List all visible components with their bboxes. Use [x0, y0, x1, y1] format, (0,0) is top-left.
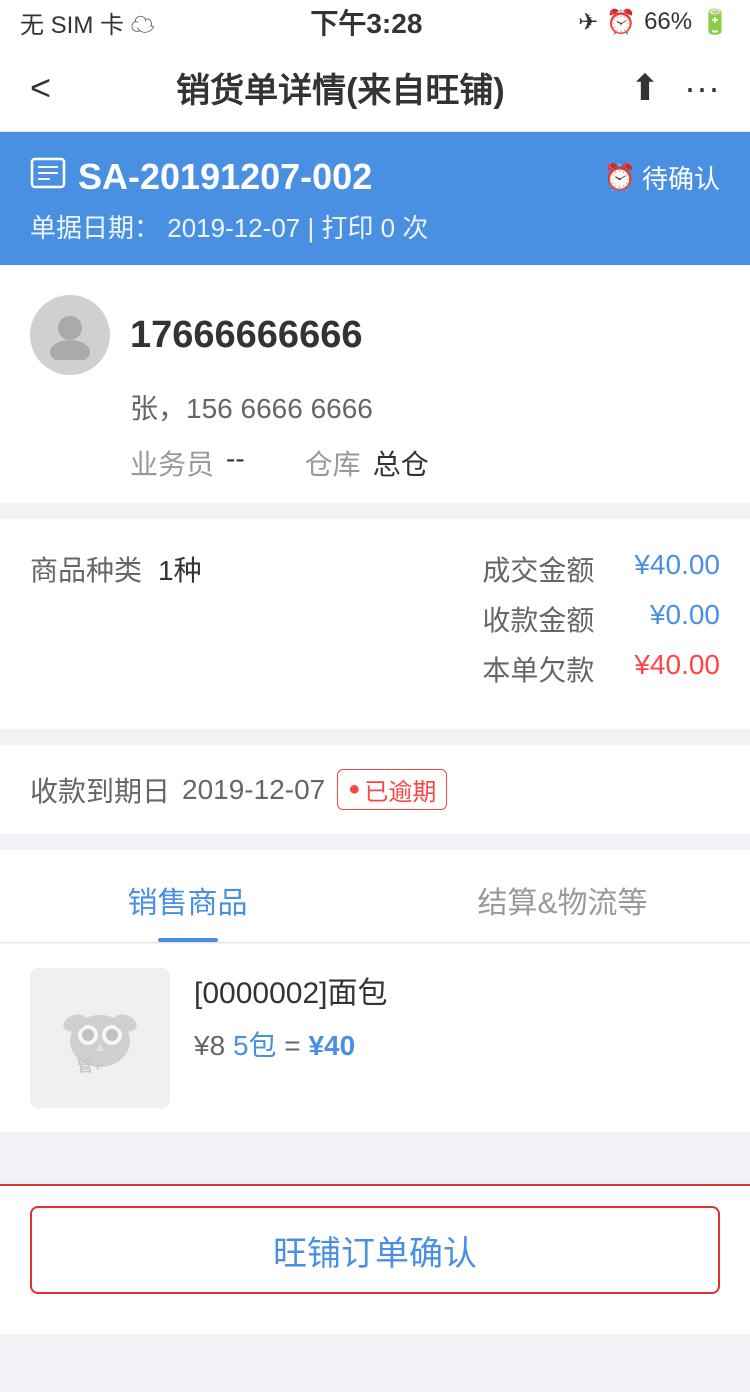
customer-meta: 业务员 -- 仓库 总仓	[30, 443, 720, 483]
customer-name: 张，156 6666 6666	[30, 387, 720, 427]
product-item: 管+ [0000002]面包 ¥8 5包 = ¥40	[30, 968, 720, 1108]
customer-row: 17666666666	[30, 295, 720, 375]
svg-text:管+: 管+	[77, 1056, 102, 1073]
warehouse-label: 仓库	[305, 443, 361, 483]
status-left: 无 SIM 卡 ☁	[20, 5, 155, 40]
due-date-value: 2019-12-07	[182, 774, 325, 806]
product-info: [0000002]面包 ¥8 5包 = ¥40	[194, 968, 720, 1064]
received-item: 收款金额 ¥0.00	[482, 599, 720, 639]
due-section: 收款到期日 2019-12-07 ● 已逾期	[0, 745, 750, 834]
status-bar: 无 SIM 卡 ☁ 下午3:28 ✈ ⏰ 66% 🔋	[0, 0, 750, 44]
tab-sales-products[interactable]: 销售商品	[0, 850, 375, 942]
product-total: ¥40	[308, 1030, 355, 1061]
salesperson-label: 业务员	[130, 443, 214, 483]
sim-signal: 无 SIM 卡 ☁	[20, 5, 155, 40]
product-section: 管+ [0000002]面包 ¥8 5包 = ¥40	[0, 944, 750, 1132]
product-price: ¥8 5包 = ¥40	[194, 1024, 720, 1064]
battery-icon: 🔋	[700, 8, 730, 37]
status-text: 待确认	[642, 159, 720, 196]
amount-label: 成交金额	[482, 549, 594, 589]
product-types-value: 1种	[158, 549, 202, 589]
warehouse-value: 总仓	[373, 443, 429, 483]
order-id-text: SA-20191207-002	[78, 156, 372, 198]
amount-item: 成交金额 ¥40.00	[482, 549, 720, 589]
product-types-label: 商品种类	[30, 549, 142, 589]
received-value: ¥0.00	[650, 599, 720, 639]
page-title: 销货单详情(来自旺铺)	[176, 63, 505, 112]
customer-section: 17666666666 张，156 6666 6666 业务员 -- 仓库 总仓	[0, 265, 750, 503]
order-status: ⏰ 待确认	[604, 159, 720, 196]
confirm-order-button[interactable]: 旺铺订单确认	[30, 1206, 720, 1294]
status-clock-icon: ⏰	[604, 162, 636, 193]
nav-icons: ⬆ ···	[630, 67, 720, 109]
order-id-row: SA-20191207-002	[30, 156, 372, 198]
product-qty: 5包	[233, 1030, 277, 1061]
owed-label: 本单欠款	[482, 649, 594, 689]
more-button[interactable]: ···	[684, 67, 720, 109]
product-image: 管+	[30, 968, 170, 1108]
tabs-section: 销售商品 结算&物流等	[0, 850, 750, 943]
product-unit-price: ¥8	[194, 1030, 225, 1061]
received-label: 收款金额	[482, 599, 594, 639]
location-icon: ✈	[578, 8, 598, 37]
product-name: [0000002]面包	[194, 968, 720, 1012]
summary-left: 商品种类 1种	[30, 549, 202, 589]
overdue-icon: ●	[348, 778, 360, 801]
avatar	[30, 295, 110, 375]
tab-settlement-logistics[interactable]: 结算&物流等	[375, 850, 750, 942]
warehouse-item: 仓库 总仓	[305, 443, 429, 483]
order-icon	[30, 156, 66, 198]
amount-value: ¥40.00	[634, 549, 720, 589]
due-date-label: 收款到期日	[30, 770, 170, 810]
summary-right: 成交金额 ¥40.00 收款金额 ¥0.00 本单欠款 ¥40.00	[482, 549, 720, 699]
overdue-text: 已逾期	[364, 772, 436, 807]
status-time: 下午3:28	[310, 2, 422, 42]
share-button[interactable]: ⬆	[630, 67, 660, 109]
back-button[interactable]: <	[30, 67, 51, 109]
customer-phone: 17666666666	[130, 314, 362, 357]
nav-bar: < 销货单详情(来自旺铺) ⬆ ···	[0, 44, 750, 132]
equals-sign: =	[284, 1030, 308, 1061]
order-date-row: 单据日期： 2019-12-07 | 打印 0 次	[30, 208, 720, 245]
owed-item: 本单欠款 ¥40.00	[482, 649, 720, 689]
alarm-icon: ⏰	[606, 8, 636, 37]
salesperson-item: 业务员 --	[130, 443, 245, 483]
tabs-row: 销售商品 结算&物流等	[0, 850, 750, 943]
status-right: ✈ ⏰ 66% 🔋	[578, 8, 730, 37]
overdue-badge: ● 已逾期	[337, 769, 447, 810]
bottom-bar: 旺铺订单确认	[0, 1184, 750, 1334]
battery-level: 66%	[644, 8, 692, 36]
salesperson-value: --	[226, 443, 245, 483]
order-header: SA-20191207-002 ⏰ 待确认 单据日期： 2019-12-07 |…	[0, 132, 750, 265]
owed-value: ¥40.00	[634, 649, 720, 689]
summary-section: 商品种类 1种 成交金额 ¥40.00 收款金额 ¥0.00 本单欠款 ¥40.…	[0, 519, 750, 729]
